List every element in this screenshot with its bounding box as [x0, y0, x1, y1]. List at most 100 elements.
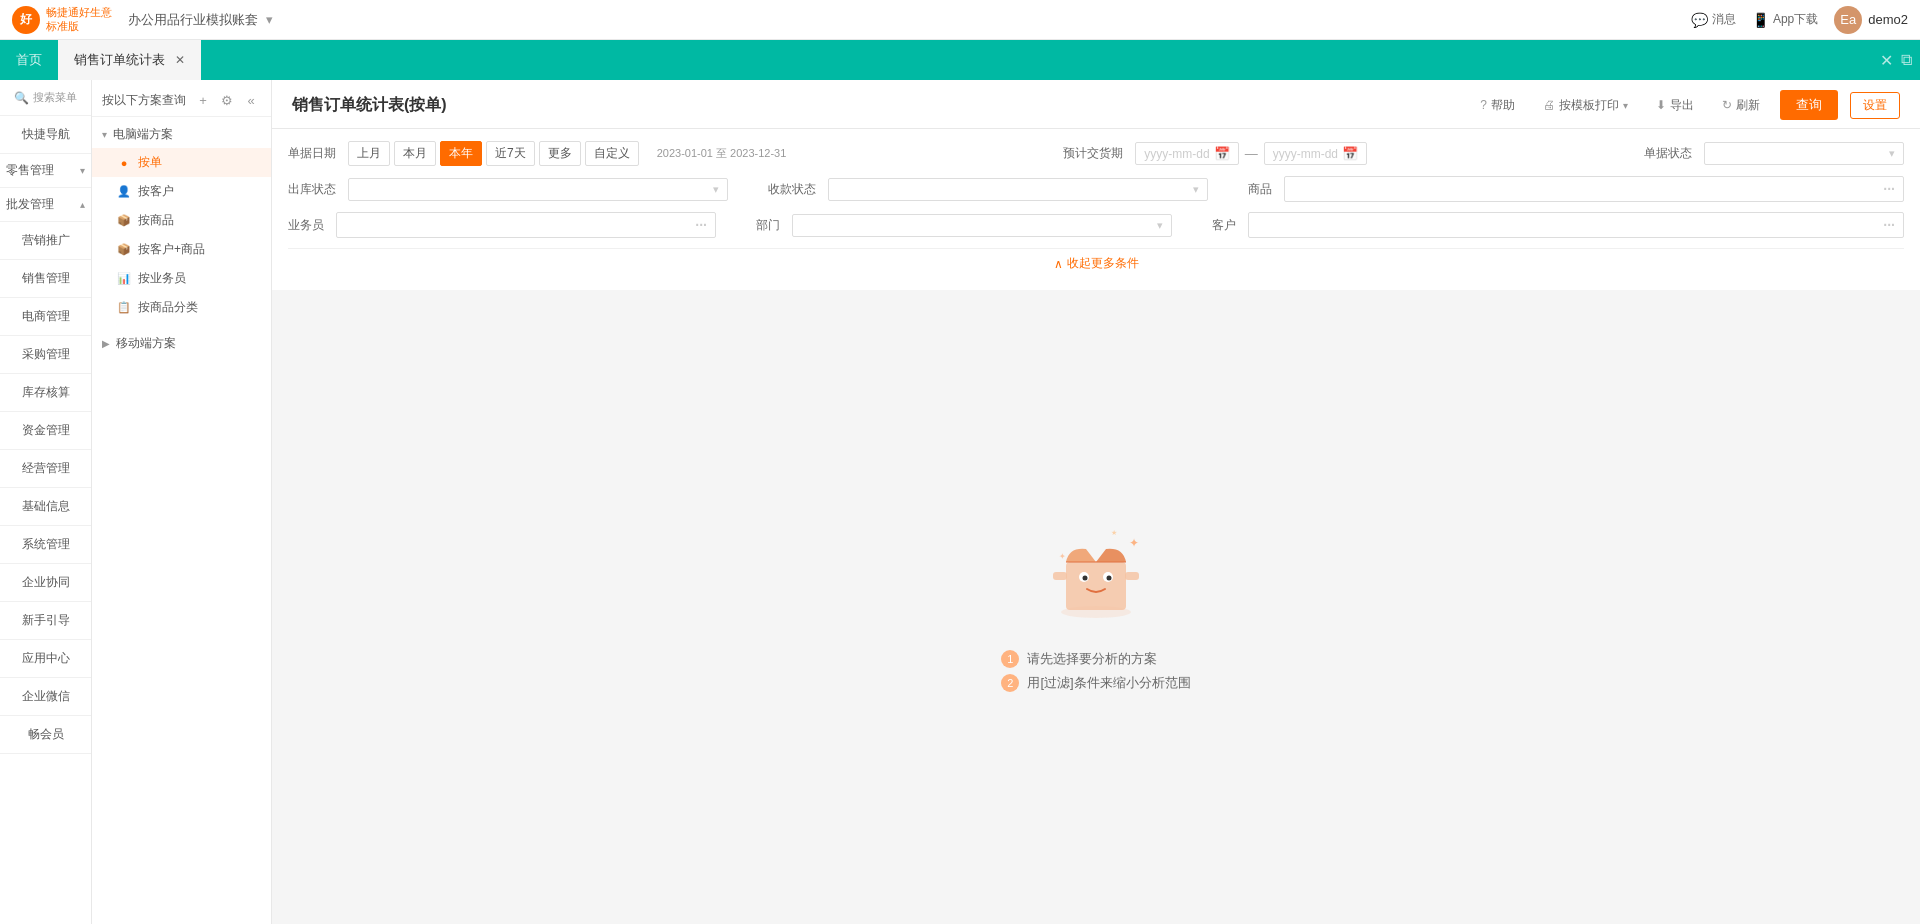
status-arrow-icon: ▾	[1889, 147, 1895, 160]
sidebar-item-corp-wechat[interactable]: 企业微信	[0, 678, 91, 716]
sidebar: 🔍 搜索菜单 快捷导航 零售管理 ▾ 批发管理 ▴ 营销推广 销售管理 电商管理…	[0, 80, 92, 924]
empty-illustration: ✦ ✦ ★	[1041, 517, 1151, 630]
date-btn-last-month[interactable]: 上月	[348, 141, 390, 166]
settings-btn[interactable]: 设置	[1850, 92, 1900, 119]
salesman-select[interactable]: ···	[336, 212, 716, 238]
ship-status-select[interactable]: ▾	[348, 178, 728, 201]
calendar-start-icon: 📅	[1214, 146, 1230, 161]
expected-date-start[interactable]: yyyy-mm-dd 📅	[1135, 142, 1238, 165]
empty-hints: 1 请先选择要分析的方案 2 用[过滤]条件来缩小分析范围	[1001, 650, 1190, 698]
refresh-icon: ↻	[1722, 98, 1732, 112]
nav-tabs: 首页 销售订单统计表 ✕ ✕ ⧉	[0, 40, 1920, 80]
dept-select[interactable]: ▾	[792, 214, 1172, 237]
pay-status-select[interactable]: ▾	[828, 178, 1208, 201]
by-category-icon: 📋	[116, 300, 132, 316]
by-product-icon: 📦	[116, 213, 132, 229]
pay-status-arrow-icon: ▾	[1193, 183, 1199, 196]
date-btn-custom[interactable]: 自定义	[585, 141, 639, 166]
calendar-end-icon: 📅	[1342, 146, 1358, 161]
sidebar-item-operations[interactable]: 经营管理	[0, 450, 91, 488]
help-btn[interactable]: ? 帮助	[1472, 93, 1523, 118]
sidebar-item-inventory[interactable]: 库存核算	[0, 374, 91, 412]
sidebar-item-purchase[interactable]: 采购管理	[0, 336, 91, 374]
app-download-btn[interactable]: 📱 App下载	[1752, 11, 1818, 28]
goods-label: 商品	[1248, 181, 1272, 198]
sidebar-item-system[interactable]: 系统管理	[0, 526, 91, 564]
tab-home[interactable]: 首页	[0, 40, 58, 80]
scheme-item-by-category[interactable]: 📋 按商品分类	[92, 293, 271, 322]
message-btn[interactable]: 💬 消息	[1691, 11, 1736, 28]
svg-point-6	[1107, 575, 1112, 580]
sidebar-item-wholesale[interactable]: 批发管理 ▴	[0, 188, 91, 222]
scheme-item-by-product[interactable]: 📦 按商品	[92, 206, 271, 235]
scheme-section-mobile: ▶ 移动端方案	[92, 326, 271, 361]
refresh-btn[interactable]: ↻ 刷新	[1714, 93, 1768, 118]
download-icon: 📱	[1752, 12, 1769, 28]
svg-point-5	[1083, 575, 1088, 580]
goods-select[interactable]: ···	[1284, 176, 1904, 202]
sidebar-item-basic[interactable]: 基础信息	[0, 488, 91, 526]
by-customer-icon: 👤	[116, 184, 132, 200]
nav-right: ✕ ⧉	[1880, 51, 1920, 70]
collapse-panel-icon[interactable]: «	[241, 90, 261, 110]
nav-close-icon[interactable]: ✕	[1880, 51, 1893, 70]
query-btn[interactable]: 查询	[1780, 90, 1838, 120]
page-title: 销售订单统计表(按单)	[292, 95, 447, 116]
sidebar-item-sales[interactable]: 销售管理	[0, 260, 91, 298]
sidebar-item-app-center[interactable]: 应用中心	[0, 640, 91, 678]
main-layout: 🔍 搜索菜单 快捷导航 零售管理 ▾ 批发管理 ▴ 营销推广 销售管理 电商管理…	[0, 80, 1920, 924]
sidebar-item-ecommerce[interactable]: 电商管理	[0, 298, 91, 336]
app-title-arrow[interactable]: ▾	[266, 12, 273, 27]
date-dash: —	[1243, 146, 1260, 161]
svg-rect-8	[1125, 572, 1139, 580]
sidebar-item-finance[interactable]: 资金管理	[0, 412, 91, 450]
scheme-item-by-salesman[interactable]: 📊 按业务员	[92, 264, 271, 293]
message-icon: 💬	[1691, 12, 1708, 28]
page-actions: ? 帮助 🖨 按模板打印 ▾ ⬇ 导出 ↻	[1472, 90, 1900, 120]
by-salesman-icon: 📊	[116, 271, 132, 287]
date-btn-this-year[interactable]: 本年	[440, 141, 482, 166]
top-bar-right: 💬 消息 📱 App下载 Ea demo2	[1691, 6, 1908, 34]
sidebar-item-marketing[interactable]: 营销推广	[0, 222, 91, 260]
add-scheme-icon[interactable]: +	[193, 90, 213, 110]
filter-row-1: 单据日期 上月 本月 本年 近7天 更多 自定义 2023-01-01 至 20…	[288, 141, 1904, 166]
left-panel-header: 按以下方案查询 + ⚙ «	[92, 80, 271, 117]
scheme-group-pc[interactable]: ▾ 电脑端方案	[92, 121, 271, 148]
retail-arrow-icon: ▾	[80, 165, 85, 176]
page-title-row: 销售订单统计表(按单) ? 帮助 🖨 按模板打印 ▾ ⬇	[292, 90, 1900, 120]
sidebar-item-newbie[interactable]: 新手引导	[0, 602, 91, 640]
date-btn-this-month[interactable]: 本月	[394, 141, 436, 166]
tab-order-stats[interactable]: 销售订单统计表 ✕	[58, 40, 201, 80]
user-name[interactable]: demo2	[1868, 12, 1908, 27]
app-title: 办公用品行业模拟账套	[128, 11, 258, 29]
expected-date-end[interactable]: yyyy-mm-dd 📅	[1264, 142, 1367, 165]
date-range-text: 2023-01-01 至 2023-12-31	[657, 146, 787, 161]
export-btn[interactable]: ⬇ 导出	[1648, 93, 1702, 118]
settings-scheme-icon[interactable]: ⚙	[217, 90, 237, 110]
svg-text:✦: ✦	[1059, 552, 1066, 561]
nav-restore-icon[interactable]: ⧉	[1901, 51, 1912, 69]
scheme-group-mobile-arrow: ▶	[102, 338, 110, 349]
tab-close-icon[interactable]: ✕	[175, 53, 185, 67]
scheme-item-by-order[interactable]: ● 按单	[92, 148, 271, 177]
date-btn-last-7-days[interactable]: 近7天	[486, 141, 535, 166]
date-label: 单据日期	[288, 145, 336, 162]
customer-dots-icon: ···	[1883, 217, 1895, 233]
top-bar: 好 畅捷通好生意 标准版 办公用品行业模拟账套 ▾ 💬 消息 📱 App下载 E…	[0, 0, 1920, 40]
sidebar-item-retail[interactable]: 零售管理 ▾	[0, 154, 91, 188]
content-area: 按以下方案查询 + ⚙ « ▾ 电脑端方案 ● 按单 👤 按客户	[92, 80, 1920, 924]
scheme-item-by-customer[interactable]: 👤 按客户	[92, 177, 271, 206]
scheme-group-mobile[interactable]: ▶ 移动端方案	[92, 330, 271, 357]
scheme-item-by-customer-product[interactable]: 📦 按客户+商品	[92, 235, 271, 264]
empty-hint-2: 2 用[过滤]条件来缩小分析范围	[1001, 674, 1190, 692]
scheme-section-pc: ▾ 电脑端方案 ● 按单 👤 按客户 📦 按商品 📦 按客户+商品	[92, 117, 271, 326]
date-btn-more[interactable]: 更多	[539, 141, 581, 166]
customer-select[interactable]: ···	[1248, 212, 1904, 238]
sidebar-search[interactable]: 🔍 搜索菜单	[0, 80, 91, 116]
collapse-bar[interactable]: ∧ 收起更多条件	[288, 248, 1904, 278]
sidebar-item-enterprise[interactable]: 企业协同	[0, 564, 91, 602]
print-btn[interactable]: 🖨 按模板打印 ▾	[1535, 93, 1636, 118]
sidebar-item-member[interactable]: 畅会员	[0, 716, 91, 754]
status-select[interactable]: ▾	[1704, 142, 1904, 165]
sidebar-item-quick-nav[interactable]: 快捷导航	[0, 116, 91, 154]
